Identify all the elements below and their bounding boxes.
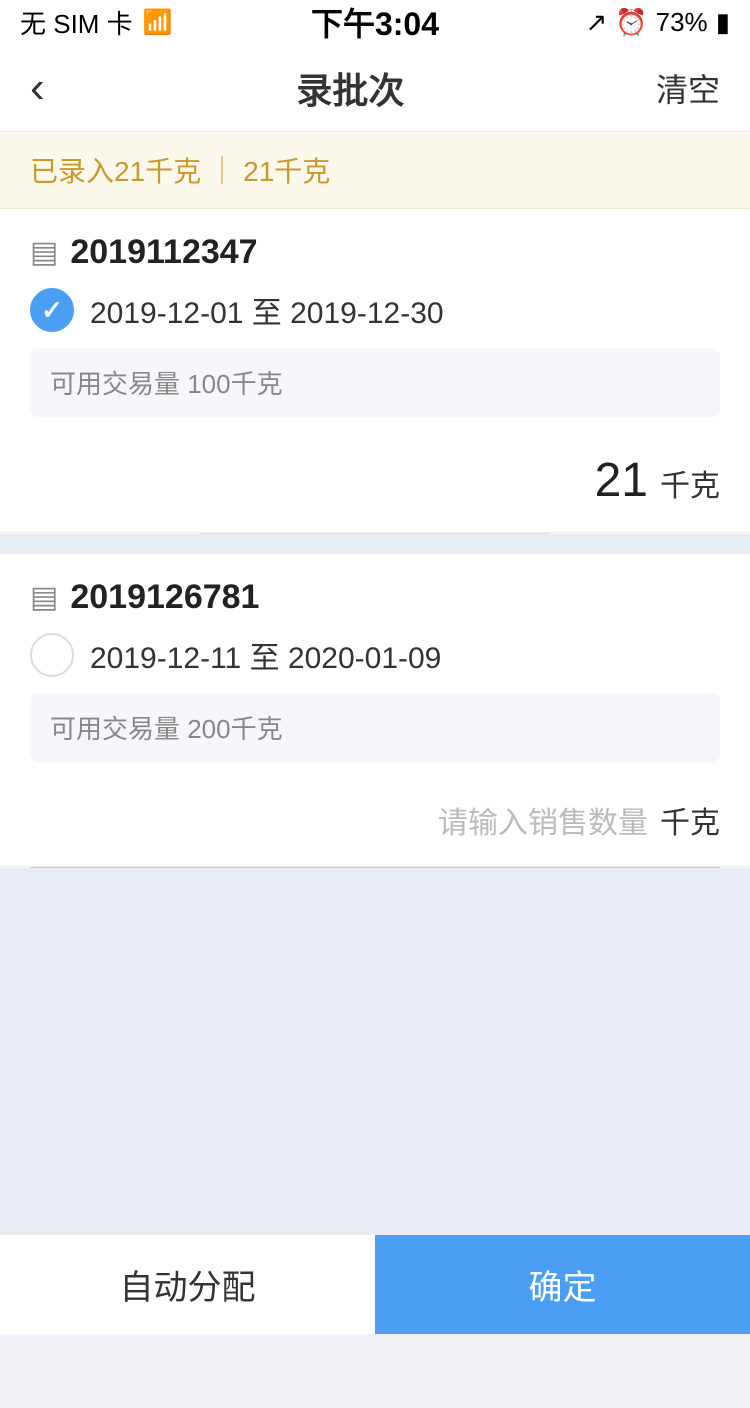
info-banner: 已录入21千克 21千克 <box>0 132 750 209</box>
battery-label: 73% <box>656 7 708 38</box>
batch-1-id-icon: ▤ <box>30 235 58 270</box>
batch-1-qty: 可用交易量 100千克 <box>30 348 720 417</box>
batch-2-header: ▤ 2019126781 <box>0 554 750 625</box>
gap-1 <box>0 534 750 554</box>
batch-1-date: 2019-12-01 至 2019-12-30 <box>90 288 444 332</box>
wifi-icon: 📶 <box>143 8 173 37</box>
status-time: 下午3:04 <box>311 0 439 45</box>
alarm-icon: ⏰ <box>615 7 647 38</box>
recorded-value: 21千克 <box>243 150 330 190</box>
batch-1-radio[interactable] <box>30 288 74 332</box>
status-right: ↗ ⏰ 73% ▮ <box>585 7 730 38</box>
status-bar: 无 SIM 卡 📶 下午3:04 ↗ ⏰ 73% ▮ <box>0 0 750 44</box>
bottom-bar: 自动分配 确定 <box>0 1234 750 1334</box>
batch-1-date-row[interactable]: 2019-12-01 至 2019-12-30 <box>0 280 750 340</box>
batch-1-amount-row: 21 千克 <box>0 437 750 533</box>
batch-card-1: ▤ 2019112347 2019-12-01 至 2019-12-30 可用交… <box>0 209 750 534</box>
batch-2-date: 2019-12-11 至 2020-01-09 <box>90 633 441 677</box>
clear-button[interactable]: 清空 <box>656 65 720 111</box>
confirm-button[interactable]: 确定 <box>375 1235 750 1334</box>
batch-2-qty: 可用交易量 200千克 <box>30 693 720 762</box>
nav-bar: ‹ 录批次 清空 <box>0 44 750 132</box>
batch-2-radio[interactable] <box>30 633 74 677</box>
batch-2-id: 2019126781 <box>70 578 259 617</box>
page-title: 录批次 <box>296 62 404 114</box>
batch-1-header: ▤ 2019112347 <box>0 209 750 280</box>
batch-1-amount-unit: 千克 <box>660 461 720 505</box>
banner-divider <box>221 156 223 184</box>
status-left: 无 SIM 卡 📶 <box>20 4 173 41</box>
batch-2-input-row[interactable]: 请输入销售数量 千克 <box>0 782 750 867</box>
battery-icon: ▮ <box>716 7 730 38</box>
batch-2-date-row[interactable]: 2019-12-11 至 2020-01-09 <box>0 625 750 685</box>
back-button[interactable]: ‹ <box>30 66 45 110</box>
batch-2-input-placeholder: 请输入销售数量 <box>438 798 648 842</box>
batch-card-2: ▤ 2019126781 2019-12-11 至 2020-01-09 可用交… <box>0 554 750 868</box>
batch-1-amount-value: 21 <box>595 453 648 508</box>
recorded-label: 已录入21千克 <box>30 150 201 190</box>
auto-distribute-button[interactable]: 自动分配 <box>0 1235 375 1334</box>
batch-2-input-unit: 千克 <box>660 798 720 842</box>
batch-1-id: 2019112347 <box>70 233 257 272</box>
location-icon: ↗ <box>585 7 607 38</box>
batch-2-id-icon: ▤ <box>30 580 58 615</box>
carrier-label: 无 SIM 卡 <box>20 4 133 41</box>
